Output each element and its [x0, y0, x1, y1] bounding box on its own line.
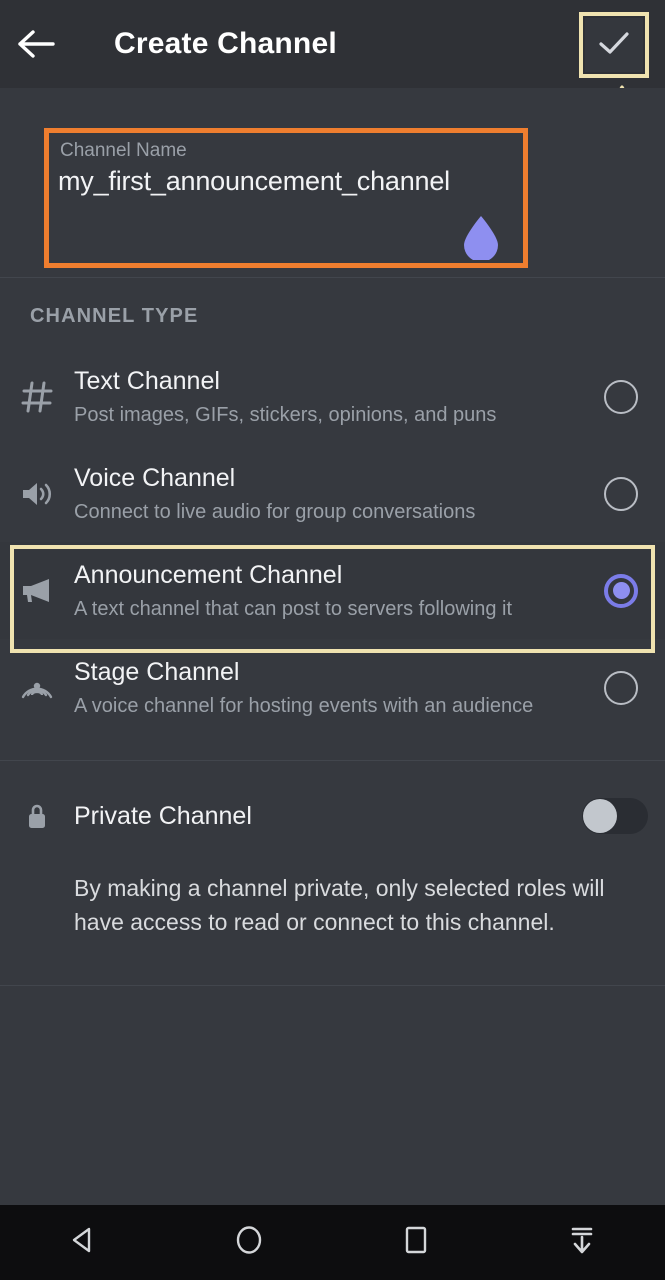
hide-keyboard-button[interactable]: [499, 1205, 665, 1280]
channel-type-description: A voice channel for hosting events with …: [74, 694, 534, 717]
app-header: Create Channel: [0, 0, 665, 88]
radio-inner-dot: [612, 582, 630, 599]
channel-name-section: Channel Name my_first_announcement_chann…: [0, 88, 665, 278]
channel-type-option-announcement[interactable]: Announcement Channel A text channel that…: [0, 542, 665, 639]
private-channel-toggle[interactable]: [565, 798, 665, 834]
radio-selected-icon: [604, 573, 638, 608]
radio-unselected-icon: [604, 670, 638, 705]
channel-name-input[interactable]: Channel Name my_first_announcement_chann…: [46, 130, 526, 262]
confirm-create-button[interactable]: [585, 18, 643, 72]
channel-type-name: Text Channel: [74, 367, 220, 396]
private-channel-row[interactable]: Private Channel: [0, 761, 665, 871]
stage-broadcast-icon: [0, 639, 74, 736]
channel-type-option-stage[interactable]: Stage Channel A voice channel for hostin…: [0, 639, 665, 736]
lock-icon: [0, 801, 74, 831]
hash-icon: [0, 348, 74, 445]
megaphone-icon: [0, 542, 74, 639]
channel-type-name: Stage Channel: [74, 658, 240, 687]
channel-type-radio-voice[interactable]: [577, 445, 665, 542]
divider-after-name: [0, 277, 665, 278]
channel-type-name: Voice Channel: [74, 464, 236, 493]
channel-type-description: Post images, GIFs, stickers, opinions, a…: [74, 403, 497, 426]
android-navigation-bar: [0, 1205, 665, 1280]
android-home-icon: [234, 1224, 264, 1261]
text-selection-handle-icon[interactable]: [460, 214, 502, 262]
channel-type-list: Text Channel Post images, GIFs, stickers…: [0, 348, 665, 736]
radio-unselected-icon: [604, 476, 638, 511]
android-recents-icon: [401, 1224, 431, 1261]
channel-name-value: my_first_announcement_channel: [58, 166, 450, 196]
channel-name-label: Channel Name: [60, 140, 187, 161]
radio-unselected-icon: [604, 379, 638, 414]
private-channel-section: Private Channel By making a channel priv…: [0, 761, 665, 985]
back-button[interactable]: [0, 0, 72, 88]
channel-type-description: A text channel that can post to servers …: [74, 597, 513, 620]
page-title: Create Channel: [114, 27, 337, 60]
channel-type-section-label: CHANNEL TYPE: [30, 305, 199, 327]
create-channel-screen: Create Channel Channel Name my_first_ann…: [0, 0, 665, 1280]
toggle-knob: [583, 799, 617, 833]
channel-type-option-voice[interactable]: Voice Channel Connect to live audio for …: [0, 445, 665, 542]
android-recents-button[interactable]: [333, 1205, 499, 1280]
checkmark-icon: [597, 29, 631, 62]
android-back-icon: [68, 1225, 98, 1260]
android-home-button[interactable]: [166, 1205, 332, 1280]
channel-type-text: Stage Channel A voice channel for hostin…: [74, 657, 577, 717]
channel-type-radio-text[interactable]: [577, 348, 665, 445]
arrow-left-icon: [17, 29, 55, 59]
channel-type-radio-announcement[interactable]: [577, 542, 665, 639]
android-back-button[interactable]: [0, 1205, 166, 1280]
toggle-track: [582, 798, 648, 834]
hide-keyboard-icon: [566, 1224, 598, 1261]
channel-type-name: Announcement Channel: [74, 561, 343, 590]
speaker-icon: [0, 445, 74, 542]
channel-type-description: Connect to live audio for group conversa…: [74, 500, 476, 523]
private-channel-description: By making a channel private, only select…: [74, 875, 605, 936]
private-channel-label: Private Channel: [74, 801, 252, 830]
channel-type-text: Announcement Channel A text channel that…: [74, 560, 577, 620]
channel-type-text: Voice Channel Connect to live audio for …: [74, 463, 577, 523]
channel-type-text: Text Channel Post images, GIFs, stickers…: [74, 366, 577, 426]
channel-type-radio-stage[interactable]: [577, 639, 665, 736]
divider-after-private: [0, 985, 665, 986]
channel-type-option-text[interactable]: Text Channel Post images, GIFs, stickers…: [0, 348, 665, 445]
